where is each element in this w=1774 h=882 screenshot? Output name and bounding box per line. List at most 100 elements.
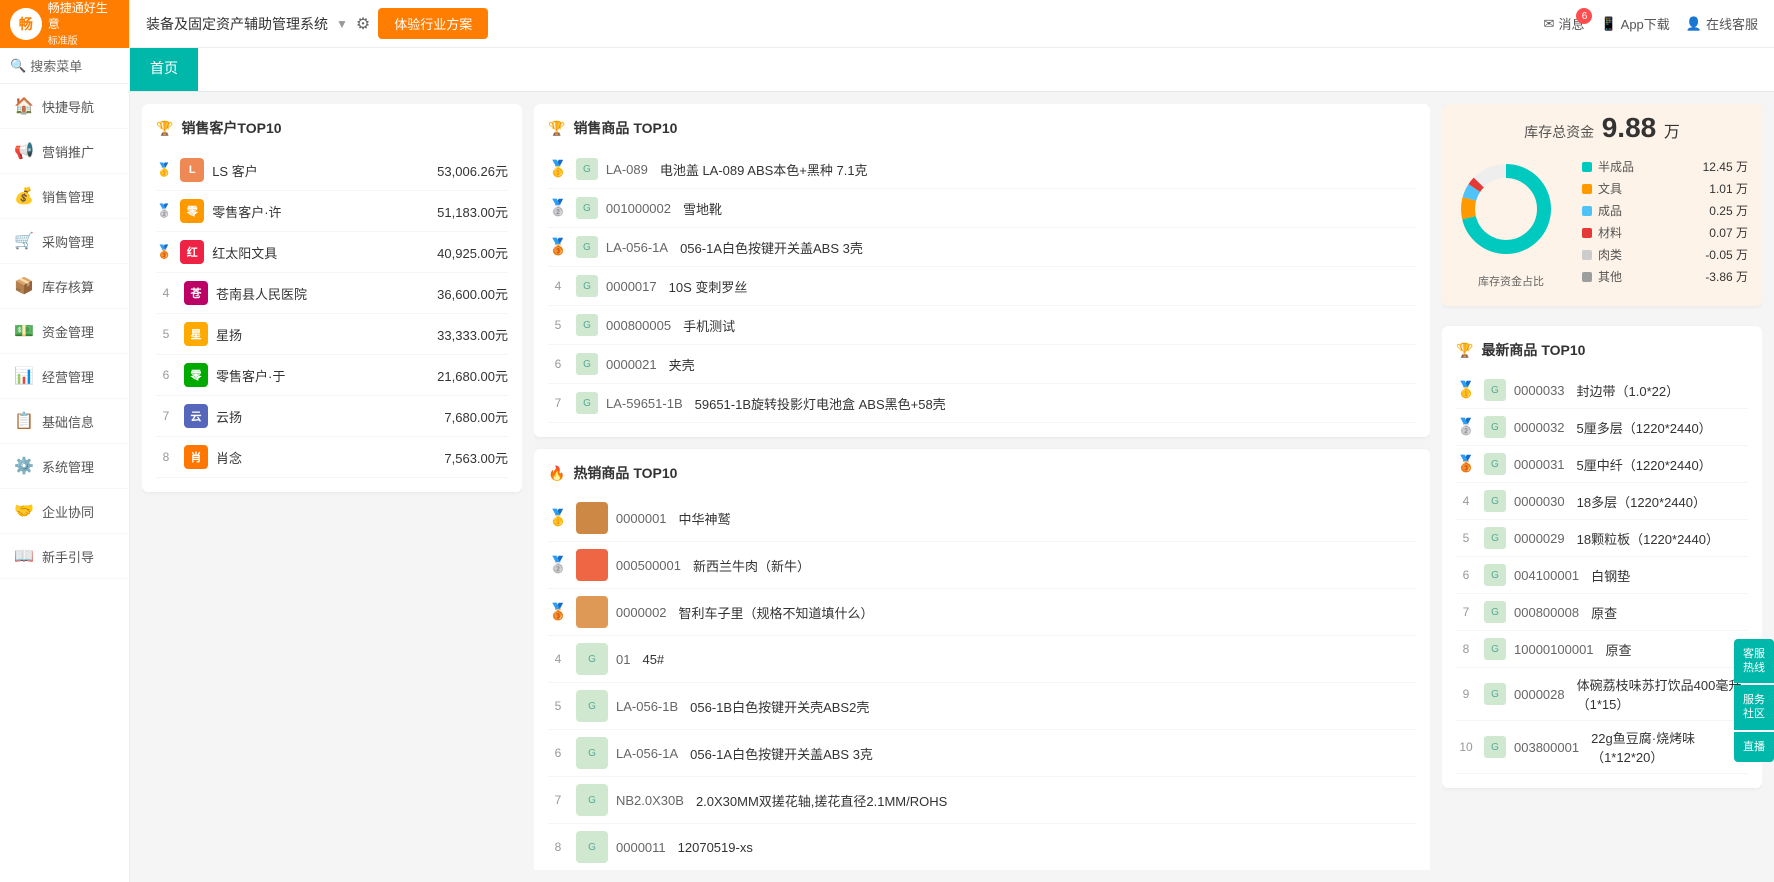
medal-icon: 🥈 [156,203,172,219]
sidebar-item-guide[interactable]: 📖 新手引导 [0,534,129,579]
product-icon: G [576,392,598,414]
sidebar-item-operation[interactable]: 📊 经营管理 [0,354,129,399]
app-label: App下载 [1621,14,1670,33]
sidebar-item-sales[interactable]: 💰 销售管理 [0,174,129,219]
rank-name: 云扬 [216,407,436,426]
rank-value: 7,563.00元 [444,448,508,467]
donut-chart [1456,159,1566,269]
left-column: 🏆 销售客户TOP10 🥇 L LS 客户 53,006.26元 🥈 零 零售客… [142,104,522,870]
rank-number: 10 [1456,740,1476,754]
medal-icon: 🥉 [156,244,172,260]
product-code: 0000021 [606,357,657,372]
product-placeholder: G [576,643,608,675]
sidebar-item-basics[interactable]: 📋 基础信息 [0,399,129,444]
product-code: 0000011 [616,840,666,855]
legend-name: 成品 [1598,202,1703,219]
sidebar-item-nav[interactable]: 🏠 快捷导航 [0,84,129,129]
sidebar-item-system[interactable]: ⚙️ 系统管理 [0,444,129,489]
customer-ranking-item: 7 云 云扬 7,680.00元 [156,396,508,437]
float-btn-community[interactable]: 服务社区 [1734,685,1774,730]
rank-number: 4 [548,279,568,293]
settings-icon[interactable]: ⚙ [356,14,370,34]
rank-avatar: 红 [180,240,204,264]
rank-name: 肖念 [216,448,436,467]
product-code: 0000028 [1514,687,1565,702]
legend-name: 其他 [1598,268,1699,285]
legend-name: 文具 [1598,180,1703,197]
medal-icon: 🥈 [548,198,568,218]
product-icon: G [1484,564,1506,586]
rank-number: 6 [156,368,176,382]
tab-home[interactable]: 首页 [130,48,198,91]
rank-value: 21,680.00元 [437,366,508,385]
float-btn-live[interactable]: 直播 [1734,732,1774,762]
legend-value: -3.86 万 [1705,268,1748,285]
rank-number: 7 [156,409,176,423]
legend-dot [1582,250,1592,260]
search-menu[interactable]: 🔍 搜索菜单 [0,48,129,84]
product-code: 01 [616,652,630,667]
phone-icon: 📱 [1600,16,1616,32]
msg-button[interactable]: ✉ 消息 6 [1544,14,1585,33]
rank-number: 7 [548,396,568,410]
rank-number: 9 [1456,687,1476,701]
legend-item: 材料 0.07 万 [1582,224,1748,241]
product-name: 5厘中纤（1220*2440） [1577,455,1748,474]
service-label: 在线客服 [1706,14,1758,33]
customer-ranking-item: 6 零 零售客户·于 21,680.00元 [156,355,508,396]
marketing-icon: 📢 [14,141,34,161]
legend-item: 其他 -3.86 万 [1582,268,1748,285]
product-name: 原查 [1591,603,1748,622]
rank-name: 零售客户·许 [212,202,429,221]
product-thumbnail [576,502,608,534]
rank-number: 8 [548,840,568,854]
header-title-group: 装备及固定资产辅助管理系统 ▼ ⚙ 体验行业方案 [146,8,1532,39]
hot-product-item: 6 G LA-056-1A 056-1A白色按键开关盖ABS 3克 [548,730,1416,777]
sidebar-item-inventory[interactable]: 📦 库存核算 [0,264,129,309]
medal-icon: 🥇 [156,162,172,178]
logo-icon: 畅 [10,8,42,40]
product-code: 0000017 [606,279,657,294]
header: 装备及固定资产辅助管理系统 ▼ ⚙ 体验行业方案 ✉ 消息 6 📱 App下载 … [130,0,1774,48]
mid-column: 🏆 销售商品 TOP10 🥇 G LA-089 电池盖 LA-089 ABS本色… [534,104,1430,870]
sidebar-item-collab[interactable]: 🤝 企业协同 [0,489,129,534]
latest-products-title: 🏆 最新商品 TOP10 [1456,340,1748,360]
latest-product-item: 10 G 003800001 22g鱼豆腐·烧烤味（1*12*20） [1456,721,1748,774]
product-placeholder: G [576,784,608,816]
sold-product-item: 7 G LA-59651-1B 59651-1B旋转投影灯电池盒 ABS黑色+5… [548,384,1416,423]
inventory-legend: 半成品 12.45 万 文具 1.01 万 成品 0.25 万 材料 0.07 … [1582,158,1748,290]
sidebar-item-finance[interactable]: 💵 资金管理 [0,309,129,354]
sidebar-item-marketing[interactable]: 📢 营销推广 [0,129,129,174]
latest-products-card: 🏆 最新商品 TOP10 🥇 G 0000033 封边带（1.0*22） 🥈 G… [1442,326,1762,788]
product-name: 22g鱼豆腐·烧烤味（1*12*20） [1591,728,1748,766]
medal-icon: 🥇 [548,159,568,179]
rank-number: 5 [1456,531,1476,545]
product-thumbnail [576,549,608,581]
sold-products-title: 🏆 销售商品 TOP10 [548,118,1416,138]
product-code: 0000030 [1514,494,1565,509]
hot-product-item: 5 G LA-056-1B 056-1B白色按键开关壳ABS2壳 [548,683,1416,730]
online-service-button[interactable]: 👤 在线客服 [1686,14,1758,33]
rank-number: 5 [156,327,176,341]
customer-ranking-title: 🏆 销售客户TOP10 [156,118,508,138]
product-name: 夹壳 [669,355,1416,374]
product-name: 18多层（1220*2440） [1577,492,1748,511]
hot-products-card: 🔥 热销商品 TOP10 🥇 0000001 中华神鹫 🥈 000500001 … [534,449,1430,870]
trial-button[interactable]: 体验行业方案 [378,8,488,39]
sold-product-item: 🥇 G LA-089 电池盖 LA-089 ABS本色+黑种 7.1克 [548,150,1416,189]
product-name: 12070519-xs [678,840,1416,855]
hot-product-item: 8 G 0000011 12070519-xs [548,824,1416,870]
legend-name: 半成品 [1598,158,1697,175]
product-code: 000800005 [606,318,671,333]
rank-avatar: 星 [184,322,208,346]
sidebar-finance-label: 资金管理 [42,322,94,341]
search-icon: 🔍 [10,58,26,74]
operation-icon: 📊 [14,366,34,386]
app-download-button[interactable]: 📱 App下载 [1600,14,1669,33]
float-btn-service[interactable]: 客服热线 [1734,639,1774,684]
sidebar-item-purchase[interactable]: 🛒 采购管理 [0,219,129,264]
dropdown-icon[interactable]: ▼ [336,17,348,31]
customer-ranking-item: 🥇 L LS 客户 53,006.26元 [156,150,508,191]
legend-item: 成品 0.25 万 [1582,202,1748,219]
sold-products-card: 🏆 销售商品 TOP10 🥇 G LA-089 电池盖 LA-089 ABS本色… [534,104,1430,437]
